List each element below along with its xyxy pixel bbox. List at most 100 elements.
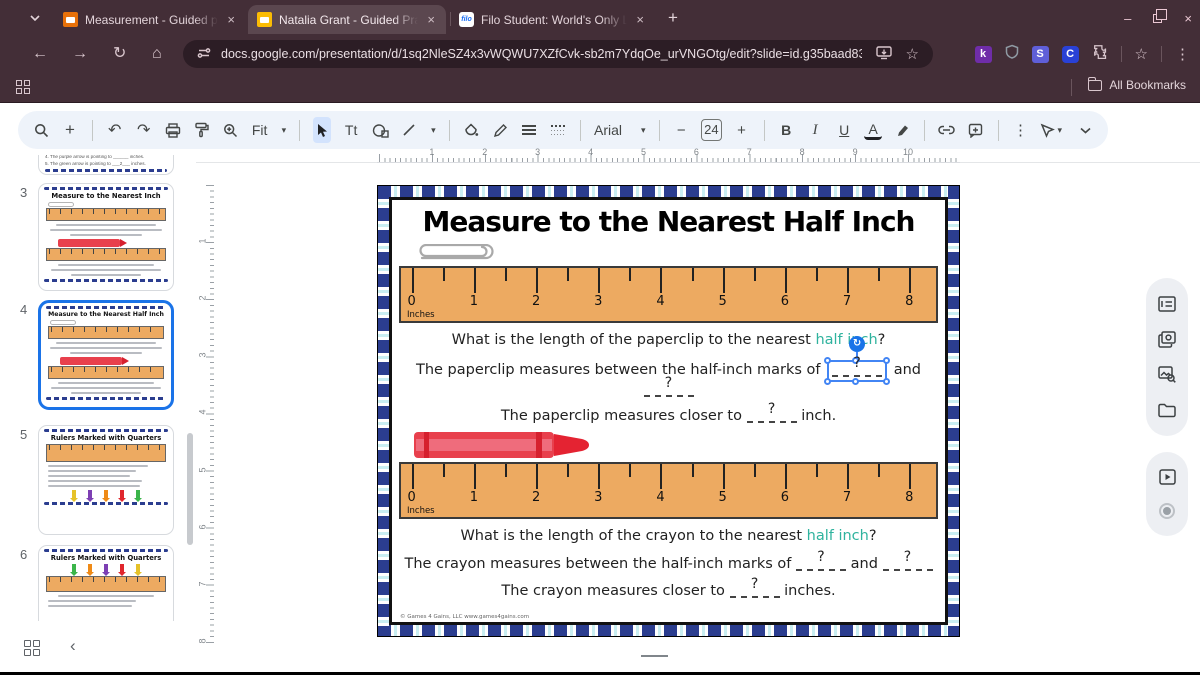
slide-5-thumbnail[interactable]: Rulers Marked with Quarters bbox=[38, 425, 174, 535]
slide-title[interactable]: Measure to the Nearest Half Inch bbox=[392, 205, 945, 238]
close-window-button[interactable]: × bbox=[1184, 11, 1192, 26]
record-button-icon[interactable] bbox=[1147, 494, 1187, 528]
browser-menu-icon[interactable]: ⋮ bbox=[1175, 45, 1190, 63]
answer-blank[interactable]: ? bbox=[832, 355, 883, 377]
vertical-ruler[interactable]: 1 2 3 4 5 6 7 8 bbox=[198, 165, 214, 648]
resize-handle[interactable] bbox=[824, 357, 832, 364]
border-weight-tool[interactable] bbox=[520, 117, 538, 143]
crayon-question[interactable]: What is the length of the crayon to the … bbox=[392, 528, 945, 544]
filmstrip-scrollbar[interactable] bbox=[187, 433, 193, 545]
extension-s-icon[interactable]: S bbox=[1031, 45, 1049, 63]
grid-view-icon[interactable] bbox=[24, 640, 40, 656]
insert-link-icon[interactable] bbox=[938, 117, 956, 143]
resize-handle[interactable] bbox=[824, 378, 832, 385]
answer-blank[interactable]: ? bbox=[746, 401, 797, 423]
shape-tool[interactable] bbox=[371, 117, 389, 143]
italic-button[interactable]: I bbox=[806, 117, 824, 143]
slide-3-thumbnail[interactable]: Measure to the Nearest Inch bbox=[38, 183, 174, 291]
fill-color-tool[interactable] bbox=[462, 117, 480, 143]
collapse-toolbar-icon[interactable] bbox=[1076, 117, 1094, 143]
crayon-blanks-line[interactable]: The crayon measures between the half-inc… bbox=[392, 549, 945, 572]
crayon-image[interactable] bbox=[414, 430, 599, 460]
pen-tools-button[interactable]: ▾ bbox=[1040, 117, 1062, 143]
tab-filo-student[interactable]: filo Filo Student: World's Only Live × bbox=[450, 5, 655, 34]
image-search-panel-icon[interactable] bbox=[1147, 357, 1187, 393]
border-dash-tool[interactable] bbox=[549, 117, 567, 143]
select-tool[interactable] bbox=[312, 117, 332, 143]
collapse-filmstrip-icon[interactable]: ‹ bbox=[70, 636, 76, 656]
ruler-bottom[interactable]: Inches 0 1 2 3 4 5 6 7 8 bbox=[399, 462, 938, 519]
tab-natalia-grant[interactable]: Natalia Grant - Guided Practice × bbox=[248, 5, 446, 34]
print-icon[interactable] bbox=[164, 117, 182, 143]
zoom-dropdown-icon[interactable]: ▾ bbox=[282, 125, 287, 136]
crayon-closer-line[interactable]: The crayon measures closer to ? inches. bbox=[392, 576, 945, 599]
all-bookmarks-button[interactable]: All Bookmarks bbox=[1088, 76, 1186, 92]
resize-handle[interactable] bbox=[883, 357, 891, 364]
textbox-tool[interactable]: Tt bbox=[342, 117, 360, 143]
folder-panel-icon[interactable] bbox=[1147, 393, 1187, 429]
new-tab-button[interactable]: + bbox=[668, 8, 678, 28]
close-icon[interactable]: × bbox=[425, 12, 437, 27]
font-select[interactable]: Arial bbox=[594, 117, 628, 143]
underline-button[interactable]: U bbox=[835, 117, 853, 143]
speaker-notes-divider[interactable] bbox=[641, 655, 668, 657]
more-options-icon[interactable]: ⋮ bbox=[1011, 117, 1029, 143]
bookmark-star-icon[interactable]: ☆ bbox=[906, 45, 919, 63]
minimize-button[interactable]: – bbox=[1124, 11, 1131, 26]
paperclip-closer-line[interactable]: The paperclip measures closer to ? inch. bbox=[392, 401, 945, 424]
extension-c-icon[interactable]: C bbox=[1061, 45, 1079, 63]
home-icon[interactable]: ⌂ bbox=[152, 44, 162, 64]
extension-k-icon[interactable]: k bbox=[974, 45, 992, 63]
back-icon[interactable]: ← bbox=[32, 44, 48, 64]
font-size-input[interactable]: 24 bbox=[701, 119, 722, 141]
paperclip-blanks-line[interactable]: The paperclip measures between the half-… bbox=[392, 336, 945, 398]
reload-icon[interactable]: ↻ bbox=[113, 44, 126, 64]
template-panel-icon[interactable] bbox=[1147, 286, 1187, 322]
line-dropdown-icon[interactable]: ▾ bbox=[431, 125, 436, 136]
answer-blank[interactable]: ? bbox=[796, 549, 847, 571]
horizontal-ruler[interactable]: 1 2 3 4 5 6 7 8 9 10 bbox=[377, 147, 960, 163]
zoom-icon[interactable] bbox=[222, 117, 240, 143]
slide-page[interactable]: Measure to the Nearest Half Inch Inches … bbox=[377, 185, 960, 637]
text-color-button[interactable]: A bbox=[864, 121, 883, 140]
address-bar[interactable]: docs.google.com/presentation/d/1sq2NleSZ… bbox=[183, 40, 933, 68]
decrease-font-button[interactable]: − bbox=[672, 117, 690, 143]
increase-font-button[interactable]: + bbox=[733, 117, 751, 143]
close-icon[interactable]: × bbox=[225, 12, 237, 27]
search-icon[interactable] bbox=[32, 117, 50, 143]
ruler-top[interactable]: Inches 0 1 2 3 4 5 6 7 8 bbox=[399, 266, 938, 323]
site-info-icon[interactable] bbox=[183, 46, 221, 63]
slide-6-thumbnail[interactable]: Rulers Marked with Quarters bbox=[38, 545, 174, 621]
screenshot-panel-icon[interactable] bbox=[1147, 322, 1187, 358]
font-dropdown-icon[interactable]: ▾ bbox=[641, 125, 646, 136]
extensions-puzzle-icon[interactable] bbox=[1092, 44, 1108, 65]
slide-2-thumbnail-partial[interactable]: 4. The purple arrow is pointing to _____… bbox=[38, 155, 174, 175]
extension-shield-icon[interactable] bbox=[1005, 44, 1019, 64]
resize-handle[interactable] bbox=[883, 378, 891, 385]
new-slide-button[interactable]: + bbox=[61, 117, 79, 143]
border-color-tool[interactable] bbox=[491, 117, 509, 143]
url-text[interactable]: docs.google.com/presentation/d/1sq2NleSZ… bbox=[221, 47, 862, 61]
apps-grid-icon[interactable] bbox=[16, 80, 30, 94]
selected-answer-box[interactable]: ↻ ? bbox=[824, 336, 891, 385]
sparkle-star-icon[interactable]: ☆ bbox=[1135, 45, 1148, 63]
close-icon[interactable]: × bbox=[634, 12, 646, 27]
redo-icon[interactable]: ↷ bbox=[135, 117, 153, 143]
install-icon[interactable] bbox=[875, 45, 892, 63]
restore-button[interactable] bbox=[1153, 8, 1168, 23]
tab-search-button[interactable] bbox=[22, 7, 48, 29]
answer-blank[interactable]: ? bbox=[643, 375, 694, 397]
bold-button[interactable]: B bbox=[777, 117, 795, 143]
slideshow-panel-icon[interactable] bbox=[1147, 460, 1187, 494]
answer-blank[interactable]: ? bbox=[882, 549, 933, 571]
zoom-select[interactable]: Fit bbox=[251, 117, 269, 143]
tab-measurement[interactable]: Measurement - Guided practice × bbox=[54, 5, 246, 34]
slide-4-thumbnail-selected[interactable]: Measure to the Nearest Half Inch bbox=[38, 300, 174, 410]
paint-format-icon[interactable] bbox=[193, 117, 211, 143]
forward-icon[interactable]: → bbox=[72, 44, 88, 64]
add-comment-icon[interactable] bbox=[967, 117, 985, 143]
undo-icon[interactable]: ↶ bbox=[106, 117, 124, 143]
answer-blank[interactable]: ? bbox=[729, 576, 780, 598]
line-tool[interactable] bbox=[400, 117, 418, 143]
resize-handle[interactable] bbox=[852, 378, 860, 385]
